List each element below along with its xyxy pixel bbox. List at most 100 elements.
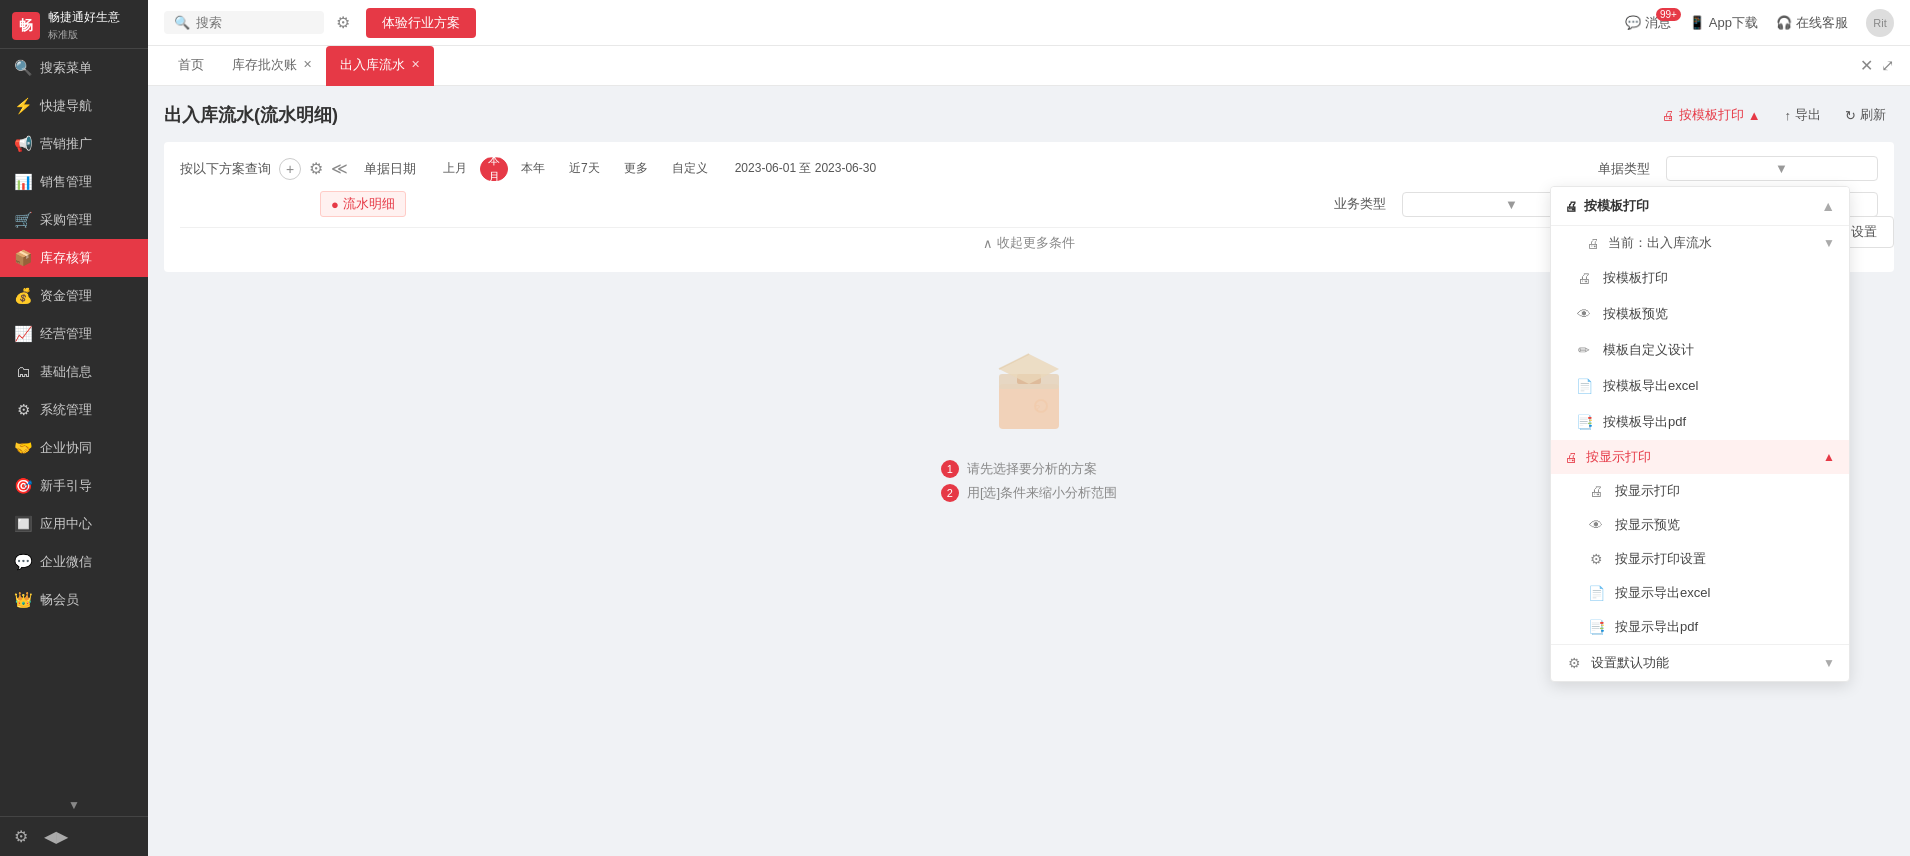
sidebar-item-sales[interactable]: 📊销售管理 (0, 163, 148, 201)
dropdown-display-section-arrow: ▲ (1823, 450, 1835, 464)
dropdown-header-title: 🖨 按模板打印 (1565, 197, 1649, 215)
app-download-item[interactable]: 📱 App下载 (1689, 14, 1758, 32)
date-option-custom[interactable]: 自定义 (661, 156, 719, 181)
sidebar-item-quick-nav[interactable]: ⚡快捷导航 (0, 87, 148, 125)
print-template-label: 按模板打印 (1679, 106, 1744, 124)
filter-actions: 按以下方案查询 + ⚙ ≪ (180, 158, 348, 180)
avatar-text: Rit (1873, 17, 1886, 29)
print-template-button[interactable]: 🖨 按模板打印 ▲ (1654, 102, 1769, 128)
refresh-icon: ↻ (1845, 108, 1856, 123)
avatar[interactable]: Rit (1866, 9, 1894, 37)
filter-add-button[interactable]: + (279, 158, 301, 180)
dropdown-display-section[interactable]: 🖨 按显示打印 ▲ (1551, 440, 1849, 474)
dropdown-template-custom-icon: ✏ (1575, 342, 1593, 358)
dropdown-display-print-settings[interactable]: ⚙ 按显示打印设置 (1551, 542, 1849, 576)
search-input[interactable] (196, 15, 296, 30)
sidebar-bottom: ⚙ ◀▶ (0, 816, 148, 856)
dropdown-template-excel[interactable]: 📄 按模板导出excel (1551, 368, 1849, 404)
tab-batch-account-close[interactable]: ✕ (303, 58, 312, 71)
date-option-this-month[interactable]: 本月 (480, 157, 508, 181)
message-item[interactable]: 💬 消息 99+ (1625, 14, 1671, 32)
dropdown-footer[interactable]: ⚙ 设置默认功能 ▼ (1551, 644, 1849, 681)
dropdown-template-preview[interactable]: 👁 按模板预览 (1551, 296, 1849, 332)
dropdown-display-excel[interactable]: 📄 按显示导出excel (1551, 576, 1849, 610)
sidebar-item-system[interactable]: ⚙系统管理 (0, 391, 148, 429)
dropdown-display-print-settings-label: 按显示打印设置 (1615, 550, 1706, 568)
date-option-7days[interactable]: 近7天 (558, 156, 611, 181)
dropdown-current-arrow: ▼ (1823, 236, 1835, 250)
dropdown-header: 🖨 按模板打印 ▲ (1551, 187, 1849, 226)
topbar: 🔍 ⚙ 体验行业方案 💬 消息 99+ 📱 App下载 🎧 在线客服 Rit (148, 0, 1910, 46)
sidebar-icon-search-menu: 🔍 (14, 59, 32, 77)
sidebar-item-basic[interactable]: 🗂基础信息 (0, 353, 148, 391)
tab-flow[interactable]: 出入库流水 ✕ (326, 46, 434, 86)
sidebar-item-corp-weixin[interactable]: 💬企业微信 (0, 543, 148, 581)
filter-collapse-icon[interactable]: ≪ (331, 159, 348, 178)
sidebar-item-inventory[interactable]: 📦库存核算 (0, 239, 148, 277)
export-label: 导出 (1795, 106, 1821, 124)
dropdown-template-pdf[interactable]: 📑 按模板导出pdf (1551, 404, 1849, 440)
dropdown-current-icon: 🖨 (1587, 236, 1600, 251)
dropdown-template-custom[interactable]: ✏ 模板自定义设计 (1551, 332, 1849, 368)
topbar-right: 💬 消息 99+ 📱 App下载 🎧 在线客服 Rit (1625, 9, 1894, 37)
topbar-search-box[interactable]: 🔍 (164, 11, 324, 34)
collapse-sidebar-icon[interactable]: ◀▶ (44, 827, 68, 846)
dropdown-template-preview-label: 按模板预览 (1603, 305, 1668, 323)
dropdown-display-preview-label: 按显示预览 (1615, 516, 1680, 534)
sidebar-item-guide[interactable]: 🎯新手引导 (0, 467, 148, 505)
dropdown-template-preview-icon: 👁 (1575, 306, 1593, 322)
sidebar-item-search-menu[interactable]: 🔍 搜索菜单 (0, 49, 148, 87)
settings-icon[interactable]: ⚙ (14, 827, 28, 846)
tab-home[interactable]: 首页 (164, 46, 218, 86)
sidebar-item-operations[interactable]: 📈经营管理 (0, 315, 148, 353)
tab-flow-close[interactable]: ✕ (411, 58, 420, 71)
hint-text-1: 请先选择要分析的方案 (967, 460, 1097, 478)
topbar-gear-icon[interactable]: ⚙ (336, 13, 350, 32)
page-header: 出入库流水(流水明细) 🖨 按模板打印 ▲ ↑ 导出 ↻ 刷新 (164, 102, 1894, 128)
tab-batch-account[interactable]: 库存批次账 ✕ (218, 46, 326, 86)
dropdown-display-print-label: 按显示打印 (1615, 482, 1680, 500)
sidebar-item-finance[interactable]: 💰资金管理 (0, 277, 148, 315)
page-action-bar: 🖨 按模板打印 ▲ ↑ 导出 ↻ 刷新 (1654, 102, 1894, 128)
sidebar-item-app-center[interactable]: 🔲应用中心 (0, 505, 148, 543)
sidebar-item-purchase[interactable]: 🛒采购管理 (0, 201, 148, 239)
dropdown-display-preview-icon: 👁 (1587, 517, 1605, 533)
collapse-arrow-icon: ∧ (983, 236, 993, 251)
dropdown-footer-icon: ⚙ (1565, 655, 1583, 671)
trial-button[interactable]: 体验行业方案 (366, 8, 476, 38)
tabs-bar: 首页 库存批次账 ✕ 出入库流水 ✕ ✕ ⤢ (148, 46, 1910, 86)
bill-type-select[interactable]: ▼ (1666, 156, 1878, 181)
refresh-button[interactable]: ↻ 刷新 (1837, 102, 1894, 128)
sidebar-item-marketing[interactable]: 📢营销推广 (0, 125, 148, 163)
date-option-this-year[interactable]: 本年 (510, 156, 556, 181)
dropdown-collapse-icon[interactable]: ▲ (1821, 198, 1835, 214)
app-download-label: App下载 (1709, 14, 1758, 32)
sidebar-label-search-menu: 搜索菜单 (40, 59, 92, 77)
date-option-more[interactable]: 更多 (613, 156, 659, 181)
sidebar-label-marketing: 营销推广 (40, 135, 92, 153)
maximize-page-icon[interactable]: ⤢ (1881, 56, 1894, 75)
sidebar-item-cooperation[interactable]: 🤝企业协同 (0, 429, 148, 467)
bill-type-label: 单据类型 (1598, 160, 1658, 178)
sidebar-item-member[interactable]: 👑畅会员 (0, 581, 148, 619)
sidebar-icon-quick-nav: ⚡ (14, 97, 32, 115)
online-service-item[interactable]: 🎧 在线客服 (1776, 14, 1848, 32)
sidebar-scroll-down[interactable]: ▼ (68, 798, 80, 812)
export-button[interactable]: ↑ 导出 (1777, 102, 1830, 128)
tab-flow-label: 出入库流水 (340, 56, 405, 74)
logo-title: 畅捷通好生意 (48, 10, 120, 26)
flow-detail-tag[interactable]: ● 流水明细 (320, 191, 406, 217)
date-options-group: 上月 本月 本年 近7天 更多 自定义 (432, 156, 719, 181)
close-page-icon[interactable]: ✕ (1860, 56, 1873, 75)
logo-icon: 畅 (12, 12, 40, 40)
sidebar-icon-purchase: 🛒 (14, 211, 32, 229)
dropdown-display-excel-label: 按显示导出excel (1615, 584, 1710, 602)
dropdown-display-pdf[interactable]: 📑 按显示导出pdf (1551, 610, 1849, 644)
dropdown-display-print[interactable]: 🖨 按显示打印 (1551, 474, 1849, 508)
filter-settings-icon[interactable]: ⚙ (309, 159, 323, 178)
dropdown-template-print[interactable]: 🖨 按模板打印 (1551, 260, 1849, 296)
message-badge: 99+ (1656, 8, 1681, 21)
date-option-last-month[interactable]: 上月 (432, 156, 478, 181)
bill-type-area: 单据类型 ▼ (1598, 156, 1878, 181)
dropdown-display-preview[interactable]: 👁 按显示预览 (1551, 508, 1849, 542)
